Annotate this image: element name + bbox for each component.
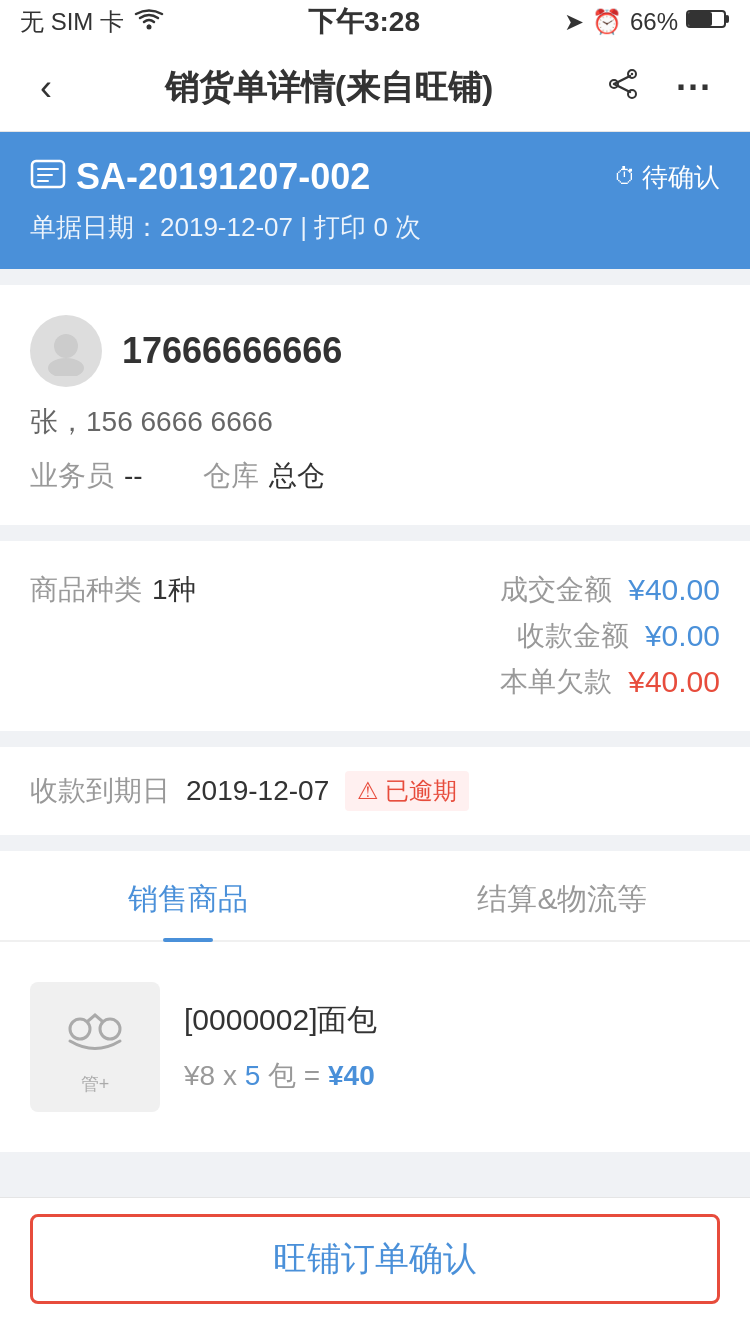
share-button[interactable] xyxy=(596,58,648,117)
deal-amount-row: 成交金额 ¥40.00 xyxy=(500,571,720,609)
balance-value: ¥40.00 xyxy=(628,665,720,699)
warehouse-value: 总仓 xyxy=(269,457,325,495)
more-button[interactable]: ··· xyxy=(668,59,720,117)
salesperson-item: 业务员 -- xyxy=(30,457,143,495)
clock-icon: ⏱ xyxy=(614,164,636,190)
price-separator: x xyxy=(223,1060,245,1091)
salesperson-value: -- xyxy=(124,460,143,492)
deal-amount-value: ¥40.00 xyxy=(628,573,720,607)
header-top: SA-20191207-002 ⏱ 待确认 xyxy=(30,156,720,198)
due-section: 收款到期日 2019-12-07 ⚠ 已逾期 xyxy=(0,747,750,835)
page-title: 销货单详情(来自旺铺) xyxy=(165,65,494,111)
product-list: 管+ [0000002]面包 ¥8 x 5 包 = ¥40 xyxy=(0,942,750,1152)
balance-label: 本单欠款 xyxy=(500,663,612,701)
order-icon xyxy=(30,159,66,196)
customer-name: 张，156 6666 6666 xyxy=(30,403,720,441)
price-value: ¥8 xyxy=(184,1060,215,1091)
tab-sales[interactable]: 销售商品 xyxy=(0,851,375,940)
svg-point-0 xyxy=(147,25,152,30)
warning-icon: ⚠ xyxy=(357,777,379,805)
tabs-section: 销售商品 结算&物流等 管+ [0000002]面包 ¥8 xyxy=(0,851,750,1152)
nav-actions: ··· xyxy=(596,58,720,117)
product-info: [0000002]面包 ¥8 x 5 包 = ¥40 xyxy=(184,1000,720,1095)
unit: 包 xyxy=(268,1060,296,1091)
summary-row: 商品种类 1种 成交金额 ¥40.00 收款金额 ¥0.00 本单欠款 ¥40.… xyxy=(30,571,720,701)
order-status: ⏱ 待确认 xyxy=(614,160,720,195)
back-button[interactable]: ‹ xyxy=(30,57,62,119)
payment-row: 收款金额 ¥0.00 xyxy=(517,617,720,655)
wifi-icon xyxy=(134,8,164,36)
bottom-bar: 旺铺订单确认 xyxy=(0,1197,750,1334)
product-qty: 5 xyxy=(245,1060,261,1091)
svg-rect-2 xyxy=(725,15,729,23)
confirm-button[interactable]: 旺铺订单确认 xyxy=(30,1214,720,1304)
customer-meta: 业务员 -- 仓库 总仓 xyxy=(30,457,720,495)
tabs-row: 销售商品 结算&物流等 xyxy=(0,851,750,942)
payment-value: ¥0.00 xyxy=(645,619,720,653)
due-label: 收款到期日 xyxy=(30,772,170,810)
deal-amount-label: 成交金额 xyxy=(500,571,612,609)
product-thumbnail: 管+ xyxy=(30,982,160,1112)
overdue-badge: ⚠ 已逾期 xyxy=(345,771,469,811)
due-date: 2019-12-07 xyxy=(186,775,329,807)
svg-point-6 xyxy=(628,90,636,98)
order-meta: 单据日期：2019-12-07 | 打印 0 次 xyxy=(30,210,720,245)
product-type-value: 1种 xyxy=(152,571,196,609)
battery-label: 66% xyxy=(630,8,678,36)
status-bar: 无 SIM 卡 下午3:28 ➤ ⏰ 66% xyxy=(0,0,750,44)
avatar xyxy=(30,315,102,387)
product-price: ¥8 x 5 包 = ¥40 xyxy=(184,1057,720,1095)
status-left: 无 SIM 卡 xyxy=(20,6,164,38)
overdue-text: 已逾期 xyxy=(385,775,457,807)
customer-section: 17666666666 张，156 6666 6666 业务员 -- 仓库 总仓 xyxy=(0,285,750,525)
product-name: [0000002]面包 xyxy=(184,1000,720,1041)
order-id: SA-20191207-002 xyxy=(30,156,370,198)
balance-row: 本单欠款 ¥40.00 xyxy=(500,663,720,701)
summary-right: 成交金额 ¥40.00 收款金额 ¥0.00 本单欠款 ¥40.00 xyxy=(500,571,720,701)
product-total: ¥40 xyxy=(328,1060,375,1091)
status-right: ➤ ⏰ 66% xyxy=(564,8,730,36)
product-item: 管+ [0000002]面包 ¥8 x 5 包 = ¥40 xyxy=(30,962,720,1132)
product-type-label: 商品种类 xyxy=(30,571,142,609)
svg-point-8 xyxy=(54,334,78,358)
location-icon: ➤ xyxy=(564,8,584,36)
customer-phone: 17666666666 xyxy=(122,330,342,372)
product-logo: 管+ xyxy=(50,1001,140,1093)
alarm-icon: ⏰ xyxy=(592,8,622,36)
no-sim-label: 无 SIM 卡 xyxy=(20,6,124,38)
customer-top: 17666666666 xyxy=(30,315,720,387)
warehouse-item: 仓库 总仓 xyxy=(203,457,325,495)
nav-bar: ‹ 销货单详情(来自旺铺) ··· xyxy=(0,44,750,132)
salesperson-label: 业务员 xyxy=(30,457,114,495)
equals: = xyxy=(304,1060,328,1091)
summary-left: 商品种类 1种 xyxy=(30,571,196,609)
summary-section: 商品种类 1种 成交金额 ¥40.00 收款金额 ¥0.00 本单欠款 ¥40.… xyxy=(0,541,750,731)
status-time: 下午3:28 xyxy=(308,3,420,41)
payment-label: 收款金额 xyxy=(517,617,629,655)
battery-icon xyxy=(686,8,730,36)
warehouse-label: 仓库 xyxy=(203,457,259,495)
tab-settlement[interactable]: 结算&物流等 xyxy=(375,851,750,940)
svg-point-9 xyxy=(48,358,84,376)
svg-rect-3 xyxy=(688,12,712,26)
header-card: SA-20191207-002 ⏱ 待确认 单据日期：2019-12-07 | … xyxy=(0,132,750,269)
